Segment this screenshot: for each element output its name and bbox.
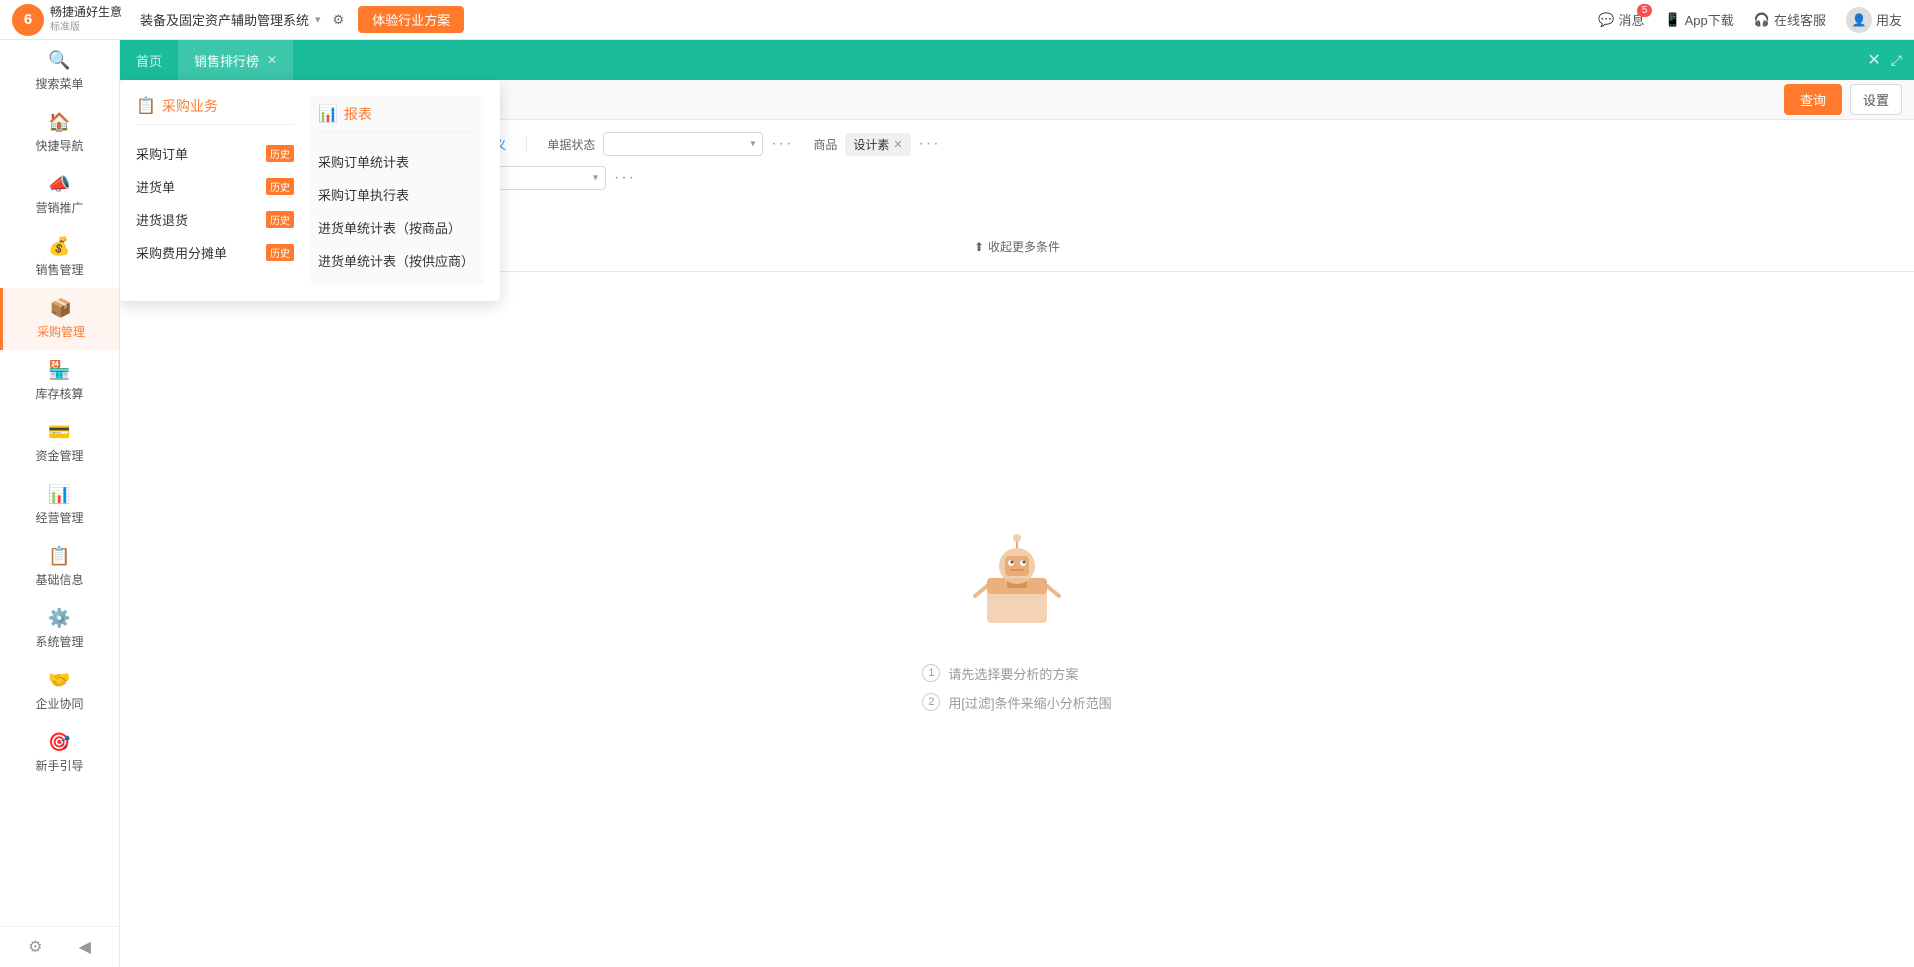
purchase-item-row-2[interactable]: 进货单 历史 [136, 170, 294, 203]
logo-line2: 标准版 [50, 21, 122, 35]
cost-alloc-label: 采购费用分摊单 [136, 243, 258, 262]
purchase-order-history-badge: 历史 [266, 145, 294, 162]
sidebar: 🔍 搜索菜单 🏠 快捷导航 📣 营销推广 💰 销售管理 📦 采购管理 🏪 库存核… [0, 40, 120, 967]
logo-line1: 畅捷通好生意 [50, 4, 122, 21]
sidebar-item-purchase[interactable]: 📦 采购管理 [0, 288, 119, 350]
system-title-text: 装备及固定资产辅助管理系统 [140, 10, 309, 29]
purchase-item-row-1[interactable]: 采购订单 历史 [136, 137, 294, 170]
sidebar-settings-btn[interactable]: ⚙ [28, 937, 42, 957]
report-section: 📊 报表 采购订单统计表 采购订单执行表 进货单统计表（按商品） 进货单统计表（… [310, 96, 484, 285]
system-title: 装备及固定资产辅助管理系统 ▾ ⚙ 体验行业方案 [140, 6, 1598, 33]
basics-icon: 📋 [48, 546, 70, 567]
user-area[interactable]: 👤 用友 [1846, 7, 1902, 33]
topbar: 6 畅捷通好生意 标准版 装备及固定资产辅助管理系统 ▾ ⚙ 体验行业方案 💬 … [0, 0, 1914, 40]
sidebar-item-collab[interactable]: 🤝 企业协同 [0, 660, 119, 722]
inbound-label: 进货单 [136, 177, 258, 196]
sales-icon: 💰 [48, 236, 70, 257]
dropdown-arrow-icon[interactable]: ▾ [315, 13, 321, 26]
inbound-history-badge: 历史 [266, 178, 294, 195]
online-service-btn[interactable]: 🎧 在线客服 [1754, 10, 1826, 29]
sidebar-item-search[interactable]: 🔍 搜索菜单 [0, 40, 119, 102]
purchase-item-row-4[interactable]: 采购费用分摊单 历史 [136, 236, 294, 269]
report-item-row-1[interactable]: 采购订单统计表 [318, 145, 476, 178]
marketing-icon: 📣 [48, 174, 70, 195]
sidebar-item-finance[interactable]: 💳 资金管理 [0, 412, 119, 474]
main-layout: 🔍 搜索菜单 🏠 快捷导航 📣 营销推广 💰 销售管理 📦 采购管理 🏪 库存核… [0, 40, 1914, 967]
sidebar-item-basics[interactable]: 📋 基础信息 [0, 536, 119, 598]
purchase-order-label: 采购订单 [136, 144, 258, 163]
return-label: 进货退货 [136, 210, 258, 229]
sidebar-item-system[interactable]: ⚙️ 系统管理 [0, 598, 119, 660]
sidebar-item-nav[interactable]: 🏠 快捷导航 [0, 102, 119, 164]
user-label: 用友 [1876, 10, 1902, 29]
report-3-label: 进货单统计表（按商品） [318, 221, 461, 236]
sidebar-item-inventory[interactable]: 🏪 库存核算 [0, 350, 119, 412]
content: 首页 销售排行榜 ✕ ✕ ⤢ ❓ 帮助 🖨 按模板打印 ▾ ↗ [120, 40, 1914, 967]
purchase-item-row-3[interactable]: 进货退货 历史 [136, 203, 294, 236]
user-avatar: 👤 [1846, 7, 1872, 33]
purchase-icon: 📦 [50, 298, 72, 319]
settings-icon[interactable]: ⚙ [333, 12, 345, 28]
purchase-section: 📋 采购业务 采购订单 历史 进货单 历史 进货退货 历史 采购费用分摊单 [136, 96, 294, 285]
report-sec-icon: 📊 [318, 104, 338, 124]
report-2-label: 采购订单执行表 [318, 188, 409, 203]
logo-area: 6 畅捷通好生意 标准版 [12, 4, 132, 36]
collab-icon: 🤝 [48, 670, 70, 691]
system-icon: ⚙️ [48, 608, 70, 629]
purchase-sec-icon: 📋 [136, 96, 156, 116]
sidebar-bottom: ⚙ ◀ [0, 926, 119, 967]
report-item-row-3[interactable]: 进货单统计表（按商品） [318, 211, 476, 244]
purchase-section-title: 📋 采购业务 [136, 96, 294, 125]
return-history-badge: 历史 [266, 211, 294, 228]
home-icon: 🏠 [48, 112, 70, 133]
logo-icon: 6 [12, 4, 44, 36]
headset-icon: 🎧 [1754, 12, 1770, 28]
purchase-dropdown: 📋 采购业务 采购订单 历史 进货单 历史 进货退货 历史 采购费用分摊单 [120, 80, 500, 301]
sidebar-item-sales[interactable]: 💰 销售管理 [0, 226, 119, 288]
sidebar-collapse-btn[interactable]: ◀ [79, 937, 91, 957]
report-4-label: 进货单统计表（按供应商） [318, 254, 474, 269]
report-item-row-4[interactable]: 进货单统计表（按供应商） [318, 244, 476, 277]
report-item-row-2[interactable]: 采购订单执行表 [318, 178, 476, 211]
operations-icon: 📊 [48, 484, 70, 505]
app-download-btn[interactable]: 📱 App下载 [1664, 10, 1733, 29]
report-section-title: 📊 报表 [318, 104, 476, 133]
topbar-right: 💬 消息 5 📱 App下载 🎧 在线客服 👤 用友 [1598, 7, 1902, 33]
phone-icon: 📱 [1664, 12, 1680, 28]
report-1-label: 采购订单统计表 [318, 155, 409, 170]
app-download-label: App下载 [1685, 10, 1734, 29]
messages-badge: 5 [1637, 4, 1653, 17]
sidebar-item-operations[interactable]: 📊 经营管理 [0, 474, 119, 536]
message-icon: 💬 [1598, 12, 1614, 28]
guide-icon: 🎯 [48, 732, 70, 753]
finance-icon: 💳 [48, 422, 70, 443]
search-icon: 🔍 [48, 50, 70, 71]
industry-btn[interactable]: 体验行业方案 [358, 6, 464, 33]
online-service-label: 在线客服 [1774, 10, 1826, 29]
sidebar-item-marketing[interactable]: 📣 营销推广 [0, 164, 119, 226]
inventory-icon: 🏪 [48, 360, 70, 381]
messages-btn[interactable]: 💬 消息 5 [1598, 10, 1644, 29]
sidebar-item-guide[interactable]: 🎯 新手引导 [0, 722, 119, 784]
cost-alloc-history-badge: 历史 [266, 244, 294, 261]
